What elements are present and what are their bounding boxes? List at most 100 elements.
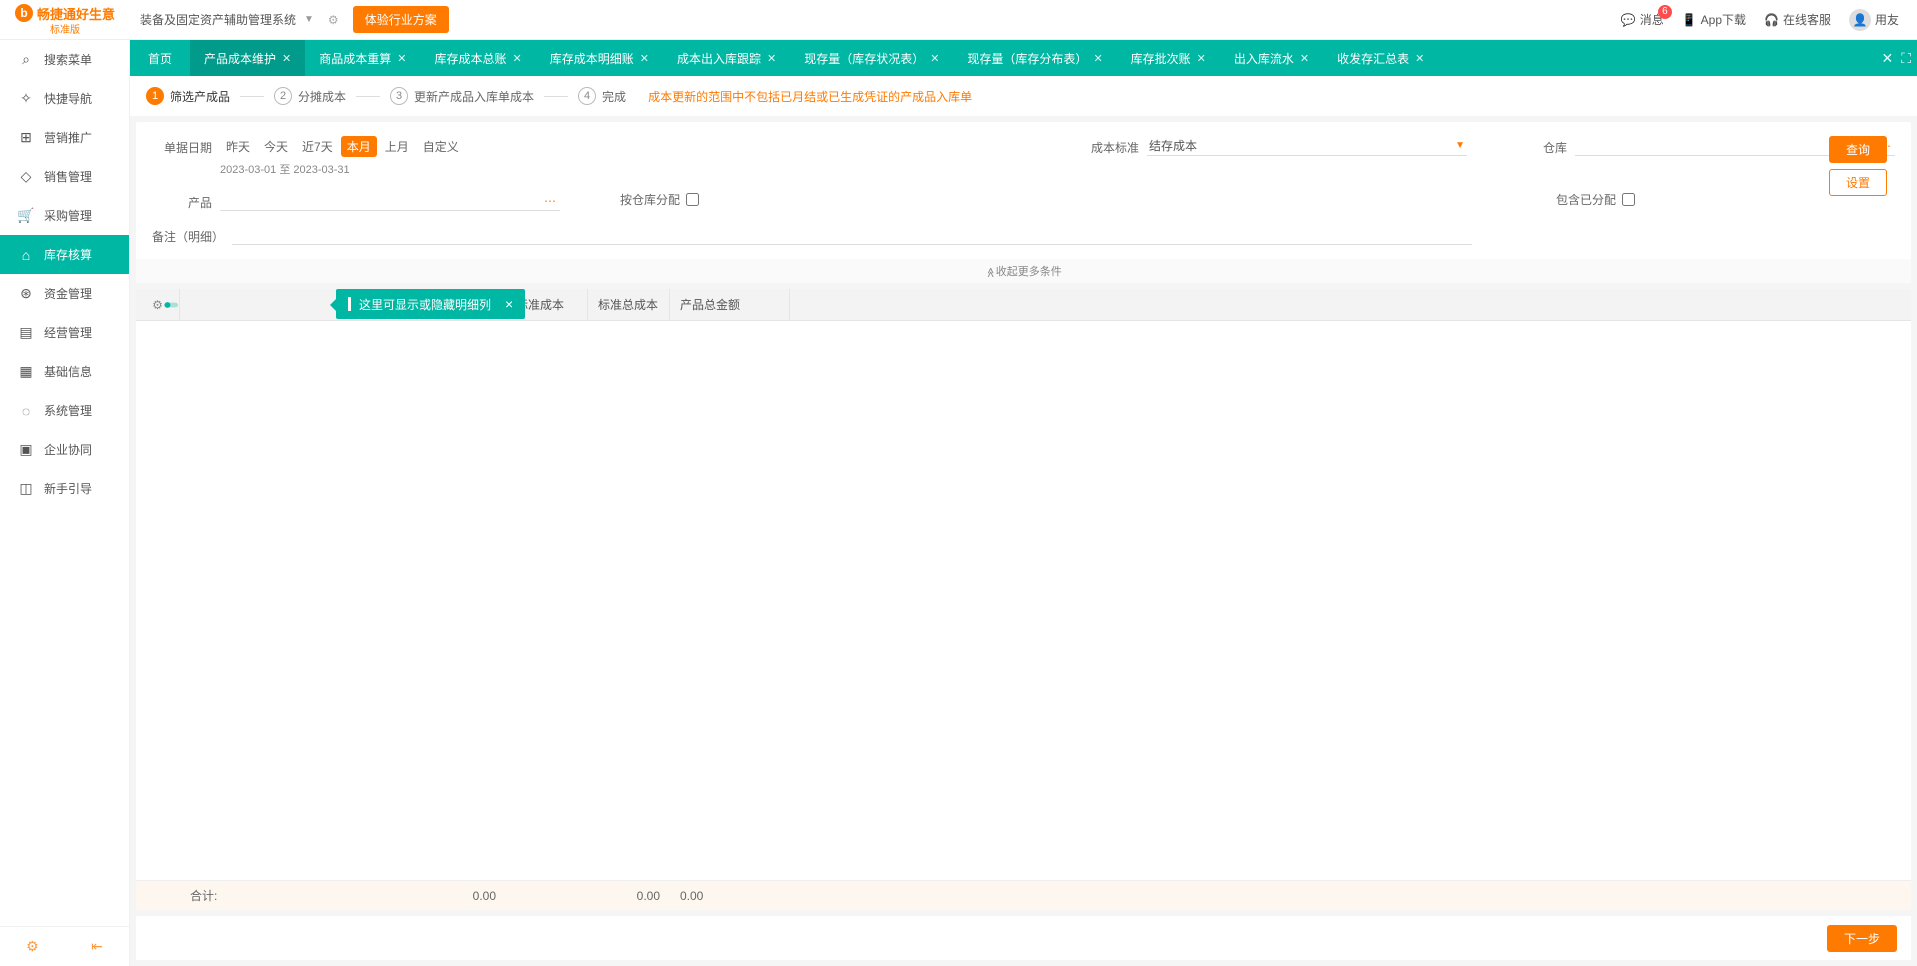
close-icon[interactable]: ✕: [282, 52, 291, 65]
close-icon[interactable]: ✕: [1197, 52, 1206, 65]
tab-0[interactable]: 首页: [130, 40, 190, 76]
close-icon[interactable]: ✕: [1415, 52, 1424, 65]
chat-icon: 💬: [1621, 13, 1636, 27]
table-footer: 合计: 0.00 0.00 0.00: [136, 880, 1911, 910]
sidebar-item-11[interactable]: ◫新手引导: [0, 469, 129, 508]
product-label: 产品: [152, 191, 212, 211]
date-range-option[interactable]: 今天: [258, 136, 294, 157]
settings-button[interactable]: 设置: [1829, 169, 1887, 196]
remark-input[interactable]: [232, 225, 1472, 245]
close-icon[interactable]: ✕: [513, 52, 522, 65]
close-all-tabs-icon[interactable]: ✕: [1881, 50, 1893, 67]
system-selector[interactable]: 装备及固定资产辅助管理系统 ▼ ⚙: [140, 11, 339, 28]
tab-10[interactable]: 收发存汇总表✕: [1323, 40, 1438, 76]
sidebar-icon: ◫: [18, 480, 34, 497]
sidebar-item-2[interactable]: ⊞营销推广: [0, 118, 129, 157]
close-icon[interactable]: ✕: [640, 52, 649, 65]
close-icon[interactable]: ✕: [1093, 52, 1102, 65]
table-header: ⚙ ▲▼主计量▲▼生产数量标准成本标准总成本产品总金额 这里可显示或隐藏明细列 …: [136, 289, 1911, 321]
step-3: 3更新产成品入库单成本: [390, 87, 534, 105]
tab-2[interactable]: 商品成本重算✕: [305, 40, 420, 76]
sidebar-item-7[interactable]: ▤经营管理: [0, 313, 129, 352]
date-range-option[interactable]: 昨天: [220, 136, 256, 157]
app-header: b 畅捷通好生意 标准版 装备及固定资产辅助管理系统 ▼ ⚙ 体验行业方案 💬 …: [0, 0, 1917, 40]
date-range-option[interactable]: 近7天: [296, 136, 339, 157]
include-assigned-label: 包含已分配: [1556, 191, 1616, 208]
fullscreen-icon[interactable]: ⛶: [1901, 50, 1911, 67]
sidebar-item-9[interactable]: ◌系统管理: [0, 391, 129, 430]
sidebar-icon: ✧: [18, 90, 34, 107]
next-button[interactable]: 下一步: [1827, 925, 1897, 952]
date-range-option[interactable]: 上月: [379, 136, 415, 157]
app-download-button[interactable]: 📱 App下载: [1682, 11, 1746, 28]
toggle-filters-button[interactable]: 收起更多条件: [136, 259, 1911, 283]
step-warning: 成本更新的范围中不包括已月结或已生成凭证的产成品入库单: [648, 88, 972, 105]
tab-9[interactable]: 出入库流水✕: [1220, 40, 1323, 76]
search-button[interactable]: 查询: [1829, 136, 1887, 163]
settings-icon[interactable]: ⚙: [26, 938, 39, 955]
toggle-icon[interactable]: [164, 298, 178, 312]
column-header-amt: 产品总金额: [670, 289, 790, 320]
sidebar-item-1[interactable]: ✧快捷导航: [0, 79, 129, 118]
tab-3[interactable]: 库存成本总账✕: [420, 40, 535, 76]
sidebar-icon: ▤: [18, 324, 34, 341]
more-icon[interactable]: ⋯: [544, 194, 558, 208]
date-range-option[interactable]: 自定义: [417, 136, 465, 157]
cost-std-select[interactable]: 结存成本 ▼: [1147, 136, 1467, 156]
sidebar-icon: ◇: [18, 168, 34, 185]
collapse-sidebar-icon[interactable]: ⇤: [91, 938, 103, 955]
close-icon[interactable]: ✕: [1300, 52, 1309, 65]
chevron-down-icon: ▼: [304, 14, 314, 25]
by-warehouse-label: 按仓库分配: [620, 191, 680, 208]
column-header-stdt: 标准总成本: [588, 289, 670, 320]
tab-8[interactable]: 库存批次账✕: [1117, 40, 1220, 76]
sidebar-icon: ⊛: [18, 285, 34, 302]
cost-std-label: 成本标准: [1079, 136, 1139, 156]
close-icon[interactable]: ✕: [397, 52, 406, 65]
warehouse-label: 仓库: [1507, 136, 1567, 156]
column-header-c1: [180, 289, 352, 320]
step-indicator: 1筛选产成品2分摊成本3更新产成品入库单成本4完成 成本更新的范围中不包括已月结…: [130, 76, 1917, 116]
sidebar-item-10[interactable]: ▣企业协同: [0, 430, 129, 469]
include-assigned-checkbox[interactable]: [1622, 193, 1635, 206]
sidebar-item-8[interactable]: ▦基础信息: [0, 352, 129, 391]
close-icon[interactable]: ✕: [767, 52, 776, 65]
sidebar-icon: ⌕: [18, 51, 34, 68]
phone-icon: 📱: [1682, 13, 1697, 27]
by-warehouse-checkbox[interactable]: [686, 193, 699, 206]
date-range: 2023-03-01 至 2023-03-31: [220, 161, 465, 177]
tab-6[interactable]: 现存量（库存状况表）✕: [790, 40, 953, 76]
plan-button[interactable]: 体验行业方案: [353, 6, 449, 33]
messages-button[interactable]: 💬 消息 6: [1621, 11, 1664, 28]
gear-icon: ⚙: [152, 298, 163, 312]
column-tooltip: 这里可显示或隐藏明细列 ×: [336, 289, 525, 319]
close-icon[interactable]: ✕: [930, 52, 939, 65]
brand: b 畅捷通好生意 标准版: [0, 0, 130, 40]
sidebar-icon: ⌂: [18, 247, 34, 263]
user-menu[interactable]: 👤 用友: [1849, 9, 1899, 31]
tab-1[interactable]: 产品成本维护✕: [190, 40, 305, 76]
column-settings-button[interactable]: ⚙: [136, 289, 180, 320]
remark-label: 备注（明细）: [152, 225, 224, 245]
sidebar-item-6[interactable]: ⊛资金管理: [0, 274, 129, 313]
sidebar-item-0[interactable]: ⌕搜索菜单: [0, 40, 129, 79]
tab-7[interactable]: 现存量（库存分布表）✕: [953, 40, 1116, 76]
step-2: 2分摊成本: [274, 87, 346, 105]
close-icon[interactable]: ×: [505, 296, 513, 312]
sidebar-icon: 🛒: [18, 207, 34, 224]
headset-icon: 🎧: [1764, 13, 1779, 27]
tab-5[interactable]: 成本出入库跟踪✕: [663, 40, 790, 76]
date-range-option[interactable]: 本月: [341, 136, 377, 157]
tab-4[interactable]: 库存成本明细账✕: [536, 40, 663, 76]
brand-sub: 标准版: [50, 21, 80, 36]
sidebar-item-4[interactable]: 🛒采购管理: [0, 196, 129, 235]
sidebar-item-5[interactable]: ⌂库存核算: [0, 235, 129, 274]
support-button[interactable]: 🎧 在线客服: [1764, 11, 1831, 28]
table-body: [136, 321, 1911, 880]
gear-icon[interactable]: ⚙: [328, 13, 339, 27]
sidebar-item-3[interactable]: ◇销售管理: [0, 157, 129, 196]
tab-bar: 首页产品成本维护✕商品成本重算✕库存成本总账✕库存成本明细账✕成本出入库跟踪✕现…: [130, 40, 1917, 76]
product-input[interactable]: ⋯: [220, 191, 560, 211]
date-label: 单据日期: [152, 136, 212, 156]
step-4: 4完成: [578, 87, 626, 105]
